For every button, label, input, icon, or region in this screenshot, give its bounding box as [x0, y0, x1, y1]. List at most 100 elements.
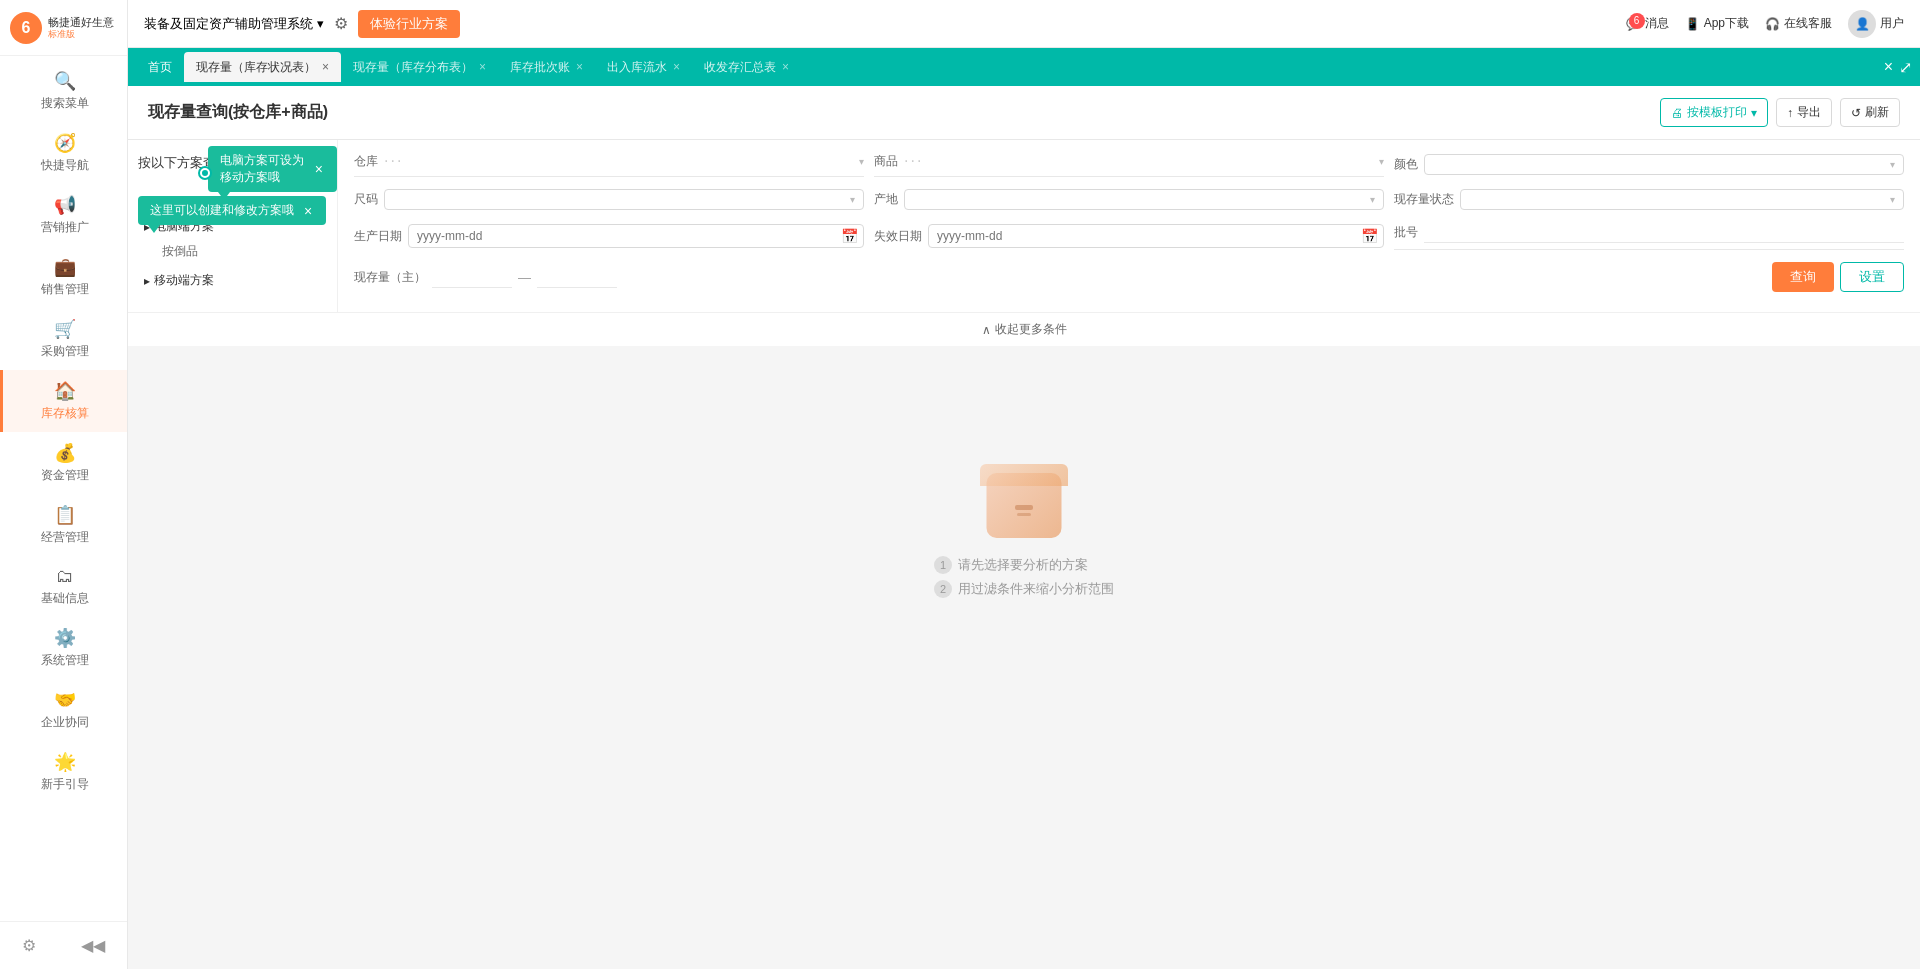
- sidebar-item-guide[interactable]: 🌟 新手引导: [0, 741, 127, 803]
- guide-indicator: [200, 168, 210, 178]
- expire-date-input[interactable]: [928, 224, 1384, 248]
- calendar-icon: 📅: [841, 228, 858, 244]
- tab-label: 现存量（库存分布表）: [353, 59, 473, 76]
- tooltip-close-2[interactable]: ×: [302, 203, 314, 219]
- sidebar-item-search[interactable]: 🔍 搜索菜单: [0, 60, 127, 122]
- industry-btn[interactable]: 体验行业方案: [358, 10, 460, 38]
- enterprise-icon: 🤝: [54, 689, 76, 711]
- refresh-btn[interactable]: ↺ 刷新: [1840, 98, 1900, 127]
- user-area[interactable]: 👤 用户: [1848, 10, 1904, 38]
- field-warehouse: 仓库 ··· ▾: [354, 152, 864, 177]
- field-batch: 批号: [1394, 222, 1904, 250]
- field-size: 尺码 ▾: [354, 189, 864, 210]
- sidebar-item-basics[interactable]: 🗂 基础信息: [0, 556, 127, 617]
- message-badge: 6: [1629, 13, 1645, 29]
- scheme-tooltip-1: 电脑方案可设为移动方案哦 ×: [208, 146, 337, 200]
- produce-date-input[interactable]: [408, 224, 864, 248]
- tab-stock-dist[interactable]: 现存量（库存分布表） ×: [341, 52, 498, 82]
- filter-fields-area: 仓库 ··· ▾ 商品 ··· ▾ 颜色: [338, 140, 1920, 312]
- tab-inout-flow[interactable]: 出入库流水 ×: [595, 52, 692, 82]
- collapse-sidebar-btn[interactable]: ◀◀: [77, 932, 109, 959]
- sidebar-item-purchase[interactable]: 🛒 采购管理: [0, 308, 127, 370]
- sidebar-item-label: 搜索菜单: [41, 95, 89, 112]
- color-select[interactable]: ▾: [1424, 154, 1904, 175]
- tab-close-icon[interactable]: ×: [673, 60, 680, 74]
- tab-home[interactable]: 首页: [136, 52, 184, 82]
- close-all-tabs-btn[interactable]: ×: [1884, 58, 1893, 77]
- size-select[interactable]: ▾: [384, 189, 864, 210]
- tooltip-text-2: 这里可以创建和修改方案哦: [150, 202, 294, 219]
- expire-date-wrap: 📅: [928, 224, 1384, 248]
- empty-illustration: [959, 428, 1089, 538]
- tab-label: 收发存汇总表: [704, 59, 776, 76]
- warehouse-dots: ···: [384, 152, 853, 170]
- empty-step-2: 2 用过滤条件来缩小分析范围: [934, 580, 1114, 598]
- field-color: 颜色 ▾: [1394, 152, 1904, 177]
- stock-qty-to[interactable]: [537, 267, 617, 288]
- sidebar-item-sales[interactable]: 💼 销售管理: [0, 246, 127, 308]
- tab-bar-actions: × ⤢: [1884, 58, 1912, 77]
- batch-label: 批号: [1394, 224, 1418, 241]
- search-btn[interactable]: 查询: [1772, 262, 1834, 292]
- page-title: 现存量查询(按仓库+商品): [148, 102, 328, 123]
- reset-btn[interactable]: 设置: [1840, 262, 1904, 292]
- online-support-btn[interactable]: 🎧 在线客服: [1765, 15, 1832, 32]
- stock-qty-from[interactable]: [432, 267, 512, 288]
- tab-close-icon[interactable]: ×: [576, 60, 583, 74]
- user-avatar: 👤: [1848, 10, 1876, 38]
- sidebar-item-label: 新手引导: [41, 776, 89, 793]
- produce-date-label: 生产日期: [354, 228, 402, 245]
- chevron-right-icon: ▸: [144, 274, 150, 288]
- batch-input[interactable]: [1424, 222, 1904, 243]
- collapse-bar[interactable]: ∧ 收起更多条件: [128, 312, 1920, 346]
- export-btn[interactable]: ↑ 导出: [1776, 98, 1832, 127]
- scheme-label: 移动端方案: [154, 272, 214, 289]
- sidebar-item-enterprise[interactable]: 🤝 企业协同: [0, 679, 127, 741]
- refresh-icon: ↺: [1851, 106, 1861, 120]
- phone-icon: 📱: [1685, 17, 1700, 31]
- messages-btn[interactable]: 💬 6 消息: [1626, 15, 1669, 32]
- tab-close-icon[interactable]: ×: [322, 60, 329, 74]
- guide-icon: 🌟: [54, 751, 76, 773]
- settings-bottom-icon[interactable]: ⚙: [18, 932, 40, 959]
- print-btn[interactable]: 🖨 按模板打印 ▾: [1660, 98, 1768, 127]
- tooltip-close-1[interactable]: ×: [313, 161, 325, 177]
- page-actions: 🖨 按模板打印 ▾ ↑ 导出 ↺ 刷新: [1660, 98, 1900, 127]
- tab-label: 库存批次账: [510, 59, 570, 76]
- sidebar-item-inventory[interactable]: 🏠 库存核算: [0, 370, 127, 432]
- expand-btn[interactable]: ⤢: [1899, 58, 1912, 77]
- dropdown-icon: ▾: [317, 16, 324, 31]
- scheme-item-bygoods[interactable]: 按倒品: [156, 239, 327, 264]
- tab-label: 现存量（库存状况表）: [196, 59, 316, 76]
- scheme-mobile[interactable]: ▸ 移动端方案: [138, 268, 327, 293]
- tab-stock-status[interactable]: 现存量（库存状况表） ×: [184, 52, 341, 82]
- tab-close-icon[interactable]: ×: [479, 60, 486, 74]
- field-origin: 产地 ▾: [874, 189, 1384, 210]
- basics-icon: 🗂: [56, 566, 74, 587]
- chevron-down-icon: ▾: [1890, 159, 1895, 170]
- sidebar-bottom: ⚙ ◀◀: [0, 921, 127, 969]
- scheme-desktop-children: 按倒品: [138, 239, 327, 264]
- sidebar-item-operations[interactable]: 📋 经营管理: [0, 494, 127, 556]
- sidebar-item-marketing[interactable]: 📢 营销推广: [0, 184, 127, 246]
- top-header: 装备及固定资产辅助管理系统 ▾ ⚙ 体验行业方案 💬 6 消息 📱 App下载 …: [128, 0, 1920, 48]
- sidebar-item-label: 营销推广: [41, 219, 89, 236]
- megaphone-icon: 📢: [54, 194, 76, 216]
- app-download-btn[interactable]: 📱 App下载: [1685, 15, 1749, 32]
- field-expire-date: 失效日期 📅: [874, 222, 1384, 250]
- tooltip-green-2: 这里可以创建和修改方案哦 ×: [138, 196, 326, 225]
- tab-close-icon[interactable]: ×: [782, 60, 789, 74]
- header-settings-icon[interactable]: ⚙: [334, 14, 348, 33]
- tab-bar: 首页 现存量（库存状况表） × 现存量（库存分布表） × 库存批次账 × 出入库…: [128, 48, 1920, 86]
- sidebar-item-quicknav[interactable]: 🧭 快捷导航: [0, 122, 127, 184]
- system-selector[interactable]: 装备及固定资产辅助管理系统 ▾: [144, 15, 324, 33]
- stock-status-select[interactable]: ▾: [1460, 189, 1904, 210]
- system-name-text: 装备及固定资产辅助管理系统: [144, 15, 313, 33]
- tab-batch-ledger[interactable]: 库存批次账 ×: [498, 52, 595, 82]
- tab-recv-summary[interactable]: 收发存汇总表 ×: [692, 52, 801, 82]
- logo-text: 畅捷通好生意 标准版: [48, 15, 114, 41]
- sidebar-item-finance[interactable]: 💰 资金管理: [0, 432, 127, 494]
- goods-dropdown-icon: ▾: [1379, 156, 1384, 167]
- sidebar-item-system[interactable]: ⚙️ 系统管理: [0, 617, 127, 679]
- origin-select[interactable]: ▾: [904, 189, 1384, 210]
